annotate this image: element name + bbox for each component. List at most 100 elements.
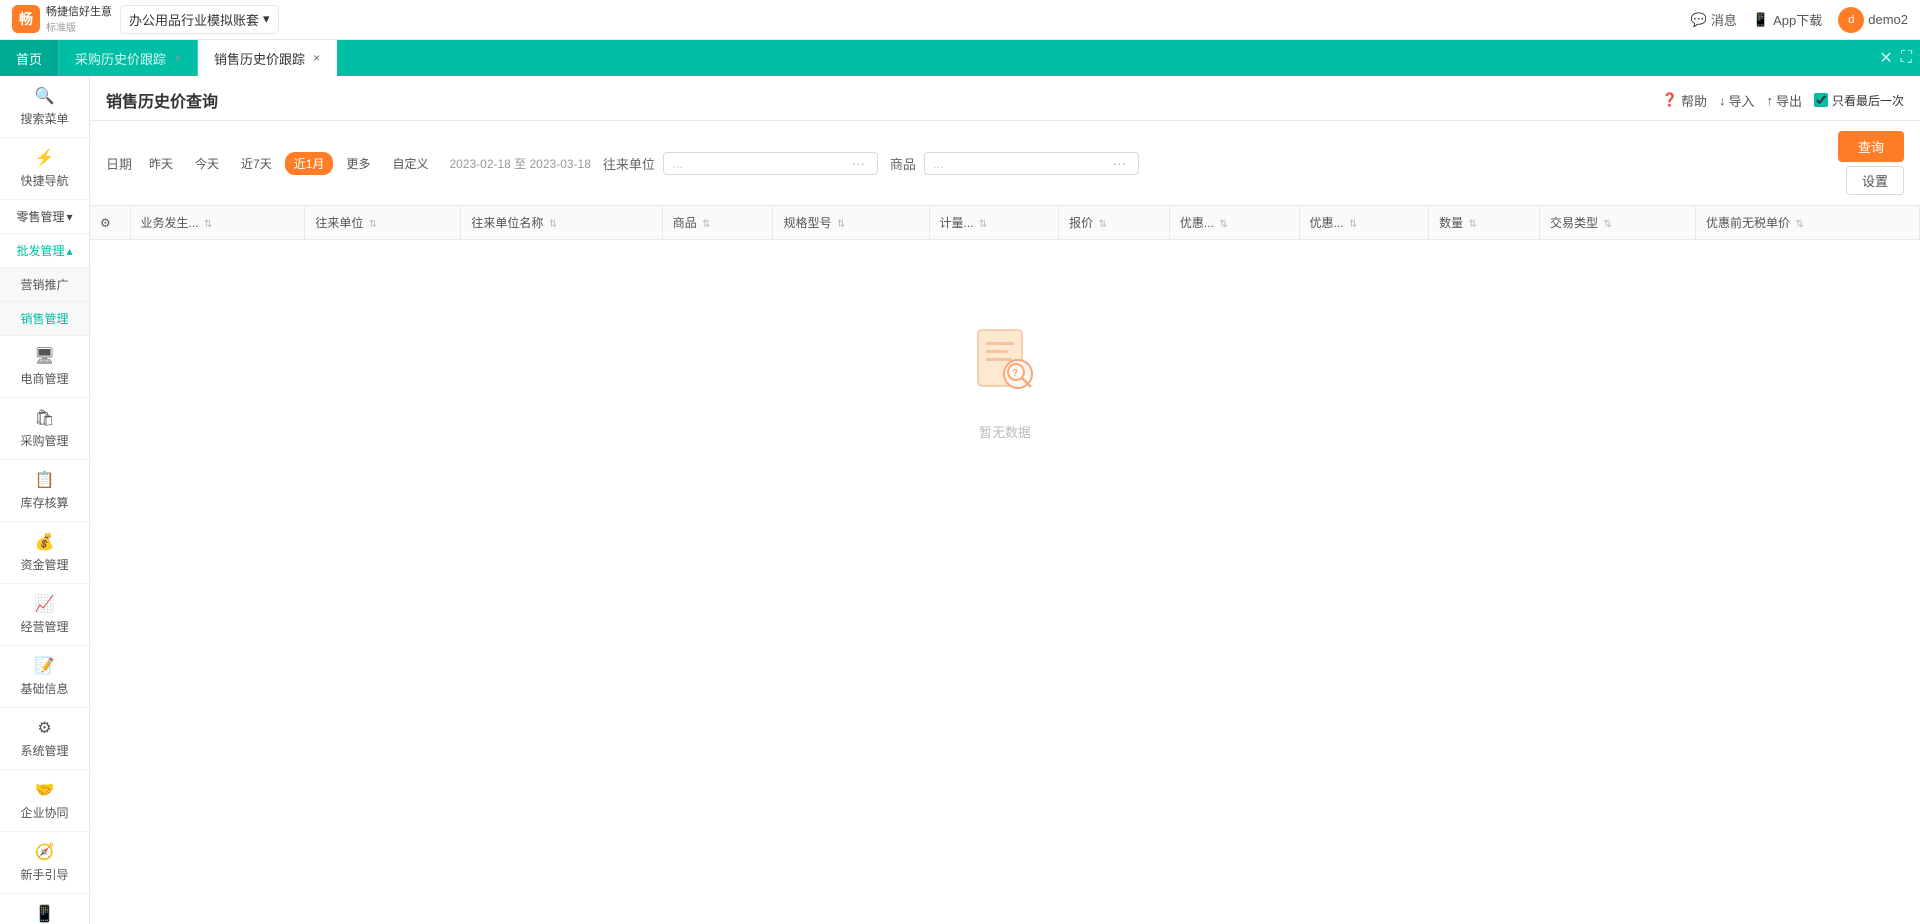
sidebar-label-guide: 新手引导 xyxy=(20,866,68,883)
sort-icon-biz-date[interactable]: ⇅ xyxy=(204,219,212,230)
download-button[interactable]: 📱 App下载 xyxy=(1753,10,1822,29)
counterpart-input[interactable] xyxy=(672,156,848,171)
sidebar-item-enterprise[interactable]: 🤝 企业协同 xyxy=(0,770,89,832)
date-btn-more[interactable]: 更多 xyxy=(337,152,379,175)
sidebar-label-operations: 经营管理 xyxy=(20,618,68,635)
empty-icon: ? xyxy=(960,320,1050,410)
sidebar-item-wholesale[interactable]: 批发管理 ▴ xyxy=(0,234,89,268)
col-unit: 计量... ⇅ xyxy=(929,206,1059,240)
sort-icon-goods[interactable]: ⇅ xyxy=(702,219,710,230)
col-trade-type: 交易类型 ⇅ xyxy=(1539,206,1695,240)
purchase-tab-close[interactable]: × xyxy=(174,51,181,65)
sort-icon-trade-type[interactable]: ⇅ xyxy=(1603,219,1611,230)
enterprise-icon: 🤝 xyxy=(35,780,55,800)
date-btn-1month[interactable]: 近1月 xyxy=(285,152,334,175)
tab-sales[interactable]: 销售历史价跟踪 × xyxy=(198,40,337,76)
gear-icon[interactable]: ⚙ xyxy=(100,216,111,230)
close-window-icon[interactable]: ✕ xyxy=(1879,48,1892,68)
purchase-tab-label: 采购历史价跟踪 xyxy=(75,49,166,68)
sort-icon-counterpart-name[interactable]: ⇅ xyxy=(549,219,557,230)
sort-icon-unit[interactable]: ⇅ xyxy=(979,219,987,230)
help-icon: ❓ xyxy=(1662,92,1678,108)
sidebar-item-base[interactable]: 📝 基础信息 xyxy=(0,646,89,708)
operations-icon: 📈 xyxy=(35,594,55,614)
sidebar-item-purchase[interactable]: 🛍 采购管理 xyxy=(0,398,89,460)
ecommerce-icon: 🖥 xyxy=(34,346,54,366)
only-last-checkbox-wrap: 只看最后一次 xyxy=(1814,92,1904,109)
user-menu[interactable]: d demo2 xyxy=(1838,7,1908,33)
sidebar: 🔍 搜索菜单 ⚡ 快捷导航 零售管理 ▾ 批发管理 ▴ 营销推广 销售管理 🖥 … xyxy=(0,76,90,924)
date-btn-7days[interactable]: 近7天 xyxy=(232,152,281,175)
sort-icon-discount2[interactable]: ⇅ xyxy=(1349,219,1357,230)
sidebar-item-ecommerce[interactable]: 🖥 电商管理 xyxy=(0,336,89,398)
sidebar-item-shortcut[interactable]: ⚡ 快捷导航 xyxy=(0,138,89,200)
import-button[interactable]: ↓ 导入 xyxy=(1719,91,1755,110)
sidebar-label-wholesale: 批发管理 xyxy=(16,242,64,259)
sidebar-label-base: 基础信息 xyxy=(20,680,68,697)
col-trade-type-label: 交易类型 xyxy=(1550,216,1598,230)
chevron-down-icon: ▾ xyxy=(263,11,270,27)
sidebar-label-marketing: 营销推广 xyxy=(20,276,68,293)
sidebar-item-system[interactable]: ⚙ 系统管理 xyxy=(0,708,89,770)
help-button[interactable]: ❓ 帮助 xyxy=(1662,91,1707,110)
import-icon: ↓ xyxy=(1719,93,1726,108)
sort-icon-discount1[interactable]: ⇅ xyxy=(1219,219,1227,230)
col-goods-label: 商品 xyxy=(673,216,697,230)
goods-picker-icon[interactable]: ··· xyxy=(1109,156,1130,171)
col-counterpart-name-label: 往来单位名称 xyxy=(471,216,543,230)
counterpart-picker-icon[interactable]: ··· xyxy=(848,156,869,171)
tab-home[interactable]: 首页 xyxy=(0,40,59,76)
logo-name: 畅捷信好生意 xyxy=(46,5,112,19)
only-last-checkbox[interactable] xyxy=(1814,93,1828,107)
sort-icon-counterpart-code[interactable]: ⇅ xyxy=(369,219,377,230)
settings-button[interactable]: 设置 xyxy=(1846,166,1904,195)
col-no-tax-price: 优惠前无税单价 ⇅ xyxy=(1695,206,1919,240)
username: demo2 xyxy=(1868,12,1908,27)
col-discount1: 优惠... ⇅ xyxy=(1169,206,1299,240)
sort-icon-price[interactable]: ⇅ xyxy=(1099,219,1107,230)
sort-icon-quantity[interactable]: ⇅ xyxy=(1469,219,1477,230)
export-button[interactable]: ↑ 导出 xyxy=(1766,91,1802,110)
maximize-icon[interactable]: ⛶ xyxy=(1901,49,1912,67)
logo-area: 畅 畅捷信好生意 标准版 xyxy=(12,5,112,34)
sidebar-item-guide[interactable]: 🧭 新手引导 xyxy=(0,832,89,894)
col-quantity-label: 数量 xyxy=(1439,216,1463,230)
sidebar-label-enterprise: 企业协同 xyxy=(20,804,68,821)
query-button[interactable]: 查询 xyxy=(1838,131,1904,162)
counterpart-input-wrap: ··· xyxy=(663,152,878,175)
col-discount1-label: 优惠... xyxy=(1180,216,1214,230)
sort-icon-spec[interactable]: ⇅ xyxy=(837,219,845,230)
date-btn-yesterday[interactable]: 昨天 xyxy=(140,152,182,175)
sidebar-item-search[interactable]: 🔍 搜索菜单 xyxy=(0,76,89,138)
date-btn-today[interactable]: 今天 xyxy=(186,152,228,175)
export-label: 导出 xyxy=(1776,91,1802,110)
sidebar-item-marketing[interactable]: 营销推广 xyxy=(0,268,89,302)
sidebar-label-shortcut: 快捷导航 xyxy=(20,172,68,189)
sidebar-label-purchase: 采购管理 xyxy=(20,432,68,449)
col-no-tax-price-label: 优惠前无税单价 xyxy=(1706,216,1790,230)
date-btn-custom[interactable]: 自定义 xyxy=(383,152,437,175)
sidebar-label-sales-mgmt: 销售管理 xyxy=(20,310,68,327)
col-price-label: 报价 xyxy=(1069,216,1093,230)
sidebar-item-finance[interactable]: 💰 资金管理 xyxy=(0,522,89,584)
sidebar-item-retail[interactable]: 零售管理 ▾ xyxy=(0,200,89,234)
sidebar-item-operations[interactable]: 📈 经营管理 xyxy=(0,584,89,646)
sales-tab-close[interactable]: × xyxy=(313,51,320,65)
sidebar-item-stock[interactable]: 📋 库存核算 xyxy=(0,460,89,522)
logo-text-block: 畅捷信好生意 标准版 xyxy=(46,5,112,34)
date-range-display: 2023-02-18 至 2023-03-18 xyxy=(449,155,590,172)
message-button[interactable]: 💬 消息 xyxy=(1691,10,1737,29)
download-icon: 📱 xyxy=(1753,12,1769,28)
content-area: 销售历史价查询 ❓ 帮助 ↓ 导入 ↑ 导出 只看最后一次 xyxy=(90,76,1920,924)
goods-input[interactable] xyxy=(933,156,1109,171)
date-buttons: 昨天 今天 近7天 近1月 更多 自定义 xyxy=(140,152,437,175)
purchase-icon: 🛍 xyxy=(34,408,54,428)
empty-state: ? 暂无数据 xyxy=(90,240,1920,521)
stock-icon: 📋 xyxy=(35,470,55,490)
sidebar-item-sales-mgmt[interactable]: 销售管理 xyxy=(0,302,89,336)
tab-purchase[interactable]: 采购历史价跟踪 × xyxy=(59,40,198,76)
sort-icon-no-tax-price[interactable]: ⇅ xyxy=(1795,219,1803,230)
sidebar-item-apps[interactable]: 📱 应用中心 xyxy=(0,894,89,924)
col-discount2: 优惠... ⇅ xyxy=(1299,206,1429,240)
app-selector[interactable]: 办公用品行业模拟账套 ▾ xyxy=(120,5,279,34)
